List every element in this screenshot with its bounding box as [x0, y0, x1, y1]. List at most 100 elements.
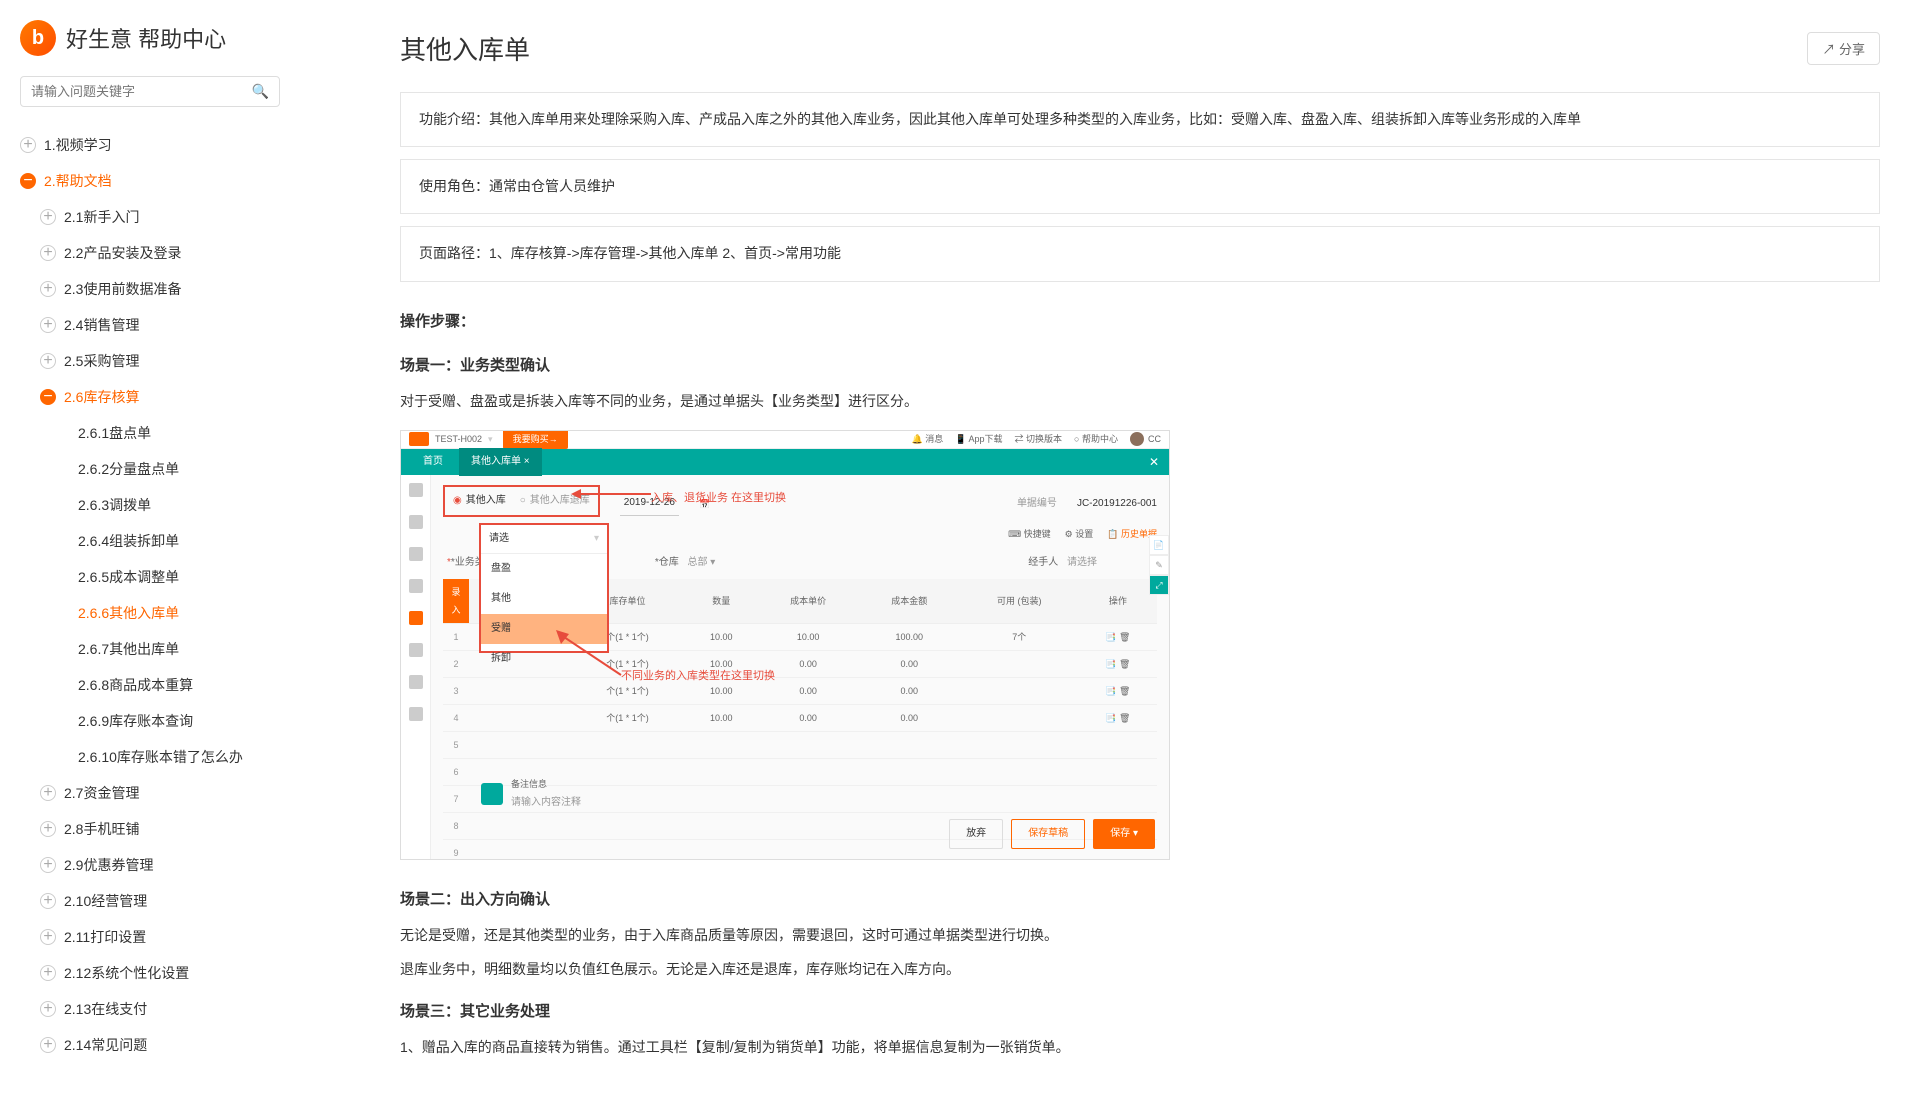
plus-icon	[40, 857, 56, 873]
tool-icon: 📄	[1149, 535, 1169, 555]
rail-icon	[409, 515, 423, 529]
nav-sales[interactable]: 2.4销售管理	[20, 307, 300, 343]
rail-icon	[409, 643, 423, 657]
annotation-2: 不同业务的入库类型在这里切换	[621, 665, 775, 687]
ss-top-switch: ⇄ 切换版本	[1015, 430, 1063, 448]
path-box: 页面路径：1、库存核算->库存管理->其他入库单 2、首页->常用功能	[400, 226, 1880, 281]
tool-icon: ✎	[1149, 555, 1169, 575]
minus-icon	[40, 389, 56, 405]
plus-icon	[40, 929, 56, 945]
nav-ledger-fix[interactable]: 2.6.10库存账本错了怎么办	[20, 739, 300, 775]
nav-faq[interactable]: 2.14常见问题	[20, 1027, 300, 1063]
scene1-heading: 场景一：业务类型确认	[400, 351, 1880, 381]
intro-text: 其他入库单用来处理除采购入库、产成品入库之外的其他入库业务，因此其他入库单可处理…	[489, 111, 1581, 127]
rail-icon	[409, 707, 423, 721]
nav-video-learning[interactable]: 1.视频学习	[20, 127, 300, 163]
scene3-heading: 场景三：其它业务处理	[400, 997, 1880, 1027]
intro-box: 功能介绍：其他入库单用来处理除采购入库、产成品入库之外的其他入库业务，因此其他入…	[400, 92, 1880, 147]
nav-inventory-check[interactable]: 2.6.1盘点单	[20, 415, 300, 451]
ss-save: 保存 ▾	[1093, 819, 1155, 849]
sidebar: b 好生意 帮助中心 🔍 1.视频学习 2.帮助文档 2.1新手入门 2.2产品…	[0, 0, 300, 1107]
embedded-screenshot: TEST-H002 ▾ 我要购买→ 🔔 消息 📱 App下载 ⇄ 切换版本 ○ …	[400, 430, 1170, 860]
ss-note-area: 备注信息 请输入内容注释	[481, 775, 581, 813]
nav-install-login[interactable]: 2.2产品安装及登录	[20, 235, 300, 271]
ss-form: ◉其他入库 ○ 其他入库退库 2019-12-26 📅 单据编号 JC-2019…	[431, 475, 1169, 859]
intro-label: 功能介绍：	[419, 111, 489, 127]
page-title: 其他入库单	[400, 30, 530, 67]
plus-icon	[40, 353, 56, 369]
rail-icon	[409, 675, 423, 689]
role-text: 通常由仓管人员维护	[489, 178, 615, 194]
ss-username: CC	[1148, 430, 1161, 448]
ss-tab-home: 首页	[411, 448, 455, 476]
tool-icon: ⤢	[1149, 575, 1169, 595]
search-icon[interactable]: 🔍	[252, 83, 269, 100]
ss-right-tools: 📄 ✎ ⤢	[1149, 535, 1169, 595]
nav-transfer[interactable]: 2.6.3调拨单	[20, 487, 300, 523]
nav-payment[interactable]: 2.13在线支付	[20, 991, 300, 1027]
scene3-text: 1、赠品入库的商品直接转为销售。通过工具栏【复制/复制为销货单】功能，将单据信息…	[400, 1033, 1880, 1061]
arrow-icon	[551, 630, 631, 680]
steps-heading: 操作步骤：	[400, 307, 1880, 337]
ss-quick: ⌨ 快捷键	[1008, 525, 1051, 543]
nav-mobile-shop[interactable]: 2.8手机旺铺	[20, 811, 300, 847]
ss-top-app: 📱 App下载	[955, 430, 1002, 448]
arrow-icon	[571, 485, 651, 503]
path-text: 1、库存核算->库存管理->其他入库单 2、首页->常用功能	[489, 245, 841, 261]
nav-other-out[interactable]: 2.6.7其他出库单	[20, 631, 300, 667]
avatar-icon	[1130, 432, 1144, 446]
nav-personalize[interactable]: 2.12系统个性化设置	[20, 955, 300, 991]
nav-getting-started[interactable]: 2.1新手入门	[20, 199, 300, 235]
rail-icon	[409, 547, 423, 561]
nav-stock-ledger[interactable]: 2.6.9库存账本查询	[20, 703, 300, 739]
nav-finance[interactable]: 2.7资金管理	[20, 775, 300, 811]
plus-icon	[40, 893, 56, 909]
ss-setting: ⚙ 设置	[1065, 525, 1094, 543]
nav-other-in[interactable]: 2.6.6其他入库单	[20, 595, 300, 631]
docno-value: JC-20191226-001	[1077, 494, 1157, 514]
ss-tabbar: 首页 其他入库单 × ✕	[401, 449, 1169, 475]
nav-cost-adjust[interactable]: 2.6.5成本调整单	[20, 559, 300, 595]
nav-business[interactable]: 2.10经营管理	[20, 883, 300, 919]
path-label: 页面路径：	[419, 245, 489, 261]
plus-icon	[40, 317, 56, 333]
nav-coupons[interactable]: 2.9优惠券管理	[20, 847, 300, 883]
plus-icon	[40, 821, 56, 837]
annotation-1: 入库、退货业务 在这里切换	[651, 487, 786, 509]
radio-icon: ◉	[453, 491, 462, 511]
nav-cost-recalc[interactable]: 2.6.8商品成本重算	[20, 667, 300, 703]
ss-account: TEST-H002	[435, 430, 482, 448]
search-box[interactable]: 🔍	[20, 76, 280, 107]
rail-icon	[409, 579, 423, 593]
close-icon: ✕	[1149, 450, 1159, 474]
note-icon	[481, 783, 503, 805]
ss-left-rail	[401, 475, 431, 859]
brand-title: 好生意 帮助中心	[66, 22, 226, 54]
nav-tree: 1.视频学习 2.帮助文档 2.1新手入门 2.2产品安装及登录 2.3使用前数…	[20, 127, 300, 1063]
scene2-heading: 场景二：出入方向确认	[400, 885, 1880, 915]
role-label: 使用角色：	[419, 178, 489, 194]
nav-inventory[interactable]: 2.6库存核算	[20, 379, 300, 415]
role-box: 使用角色：通常由仓管人员维护	[400, 159, 1880, 214]
logo-icon: b	[20, 20, 56, 56]
ss-brand-icon	[409, 432, 429, 446]
docno-label: 单据编号	[1017, 494, 1057, 514]
ss-tab-doc: 其他入库单 ×	[459, 448, 542, 476]
ss-top-help: ○ 帮助中心	[1074, 430, 1118, 448]
search-input[interactable]	[31, 84, 252, 99]
nav-partial-check[interactable]: 2.6.2分量盘点单	[20, 451, 300, 487]
nav-assembly[interactable]: 2.6.4组装拆卸单	[20, 523, 300, 559]
scene2-text2: 退库业务中，明细数量均以负值红色展示。无论是入库还是退库，库存账均记在入库方向。	[400, 955, 1880, 983]
nav-data-prep[interactable]: 2.3使用前数据准备	[20, 271, 300, 307]
ss-cancel: 放弃	[949, 819, 1003, 849]
nav-help-docs[interactable]: 2.帮助文档	[20, 163, 300, 199]
scene2-text1: 无论是受赠，还是其他类型的业务，由于入库商品质量等原因，需要退回，这时可通过单据…	[400, 921, 1880, 949]
share-button[interactable]: ↗ 分享	[1807, 32, 1880, 65]
scene1-text: 对于受赠、盘盈或是拆装入库等不同的业务，是通过单据头【业务类型】进行区分。	[400, 387, 1880, 415]
plus-icon	[40, 245, 56, 261]
ss-trial-btn: 我要购买→	[503, 430, 568, 450]
plus-icon	[20, 137, 36, 153]
nav-print[interactable]: 2.11打印设置	[20, 919, 300, 955]
rail-icon	[409, 483, 423, 497]
nav-purchase[interactable]: 2.5采购管理	[20, 343, 300, 379]
